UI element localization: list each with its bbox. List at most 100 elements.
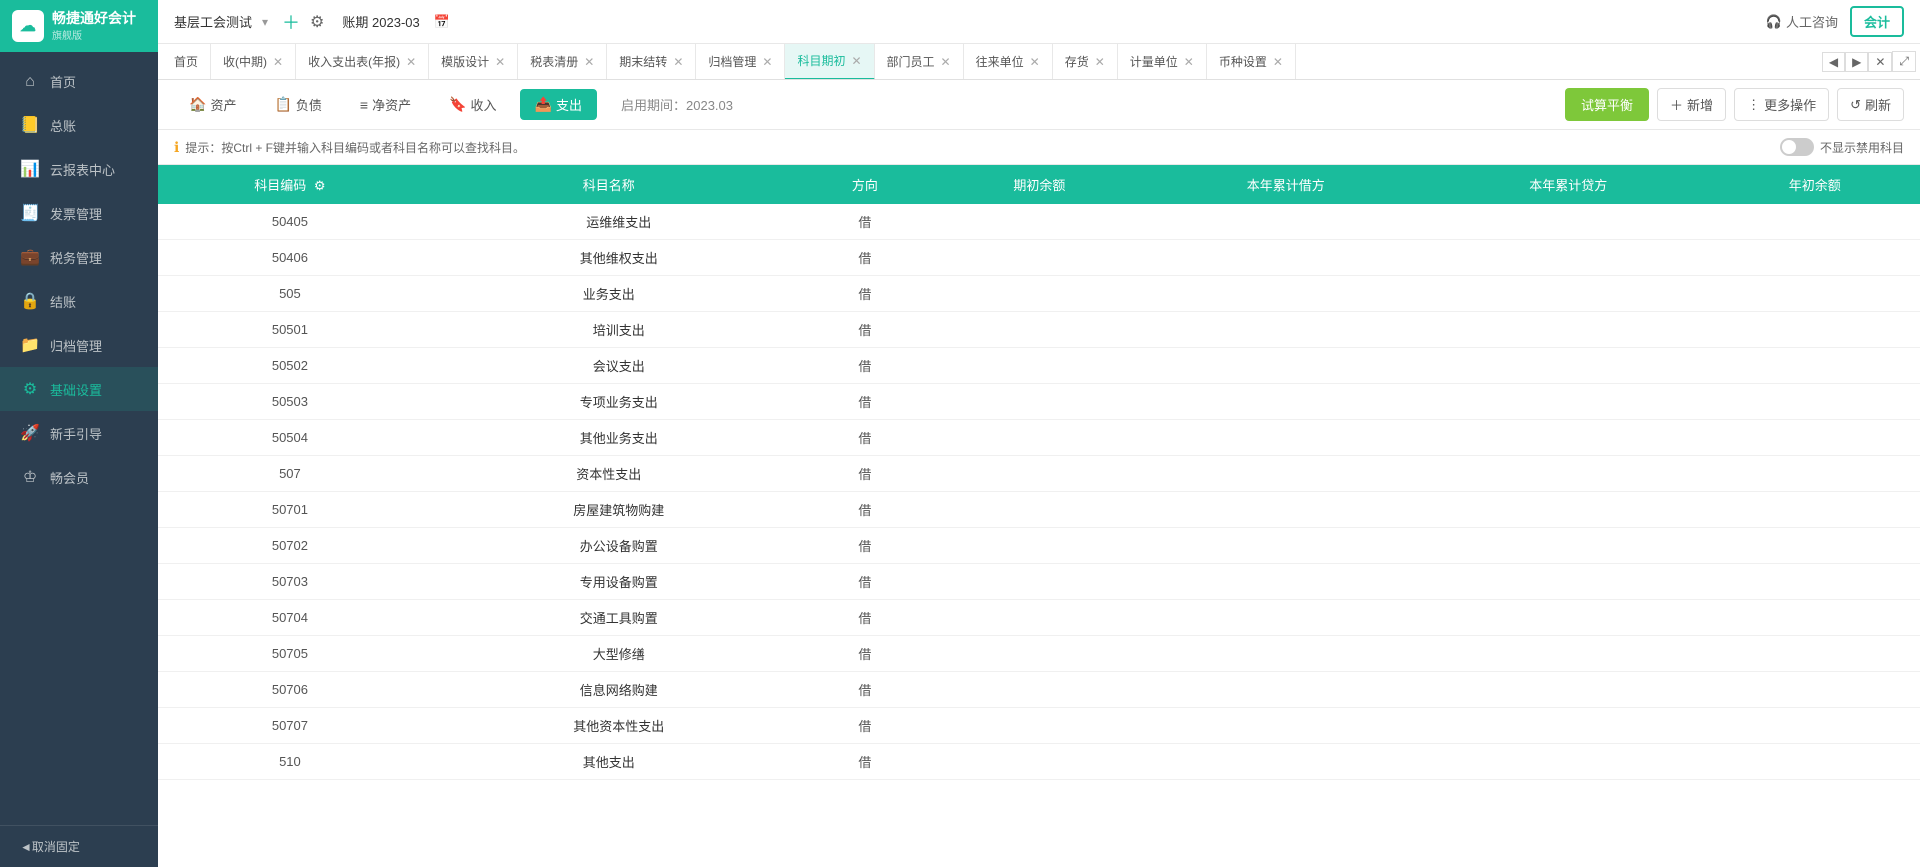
table-row[interactable]: 50705 大型修缮 借 [158, 636, 1920, 672]
table-row[interactable]: 50502 会议支出 借 [158, 348, 1920, 384]
tab-archive_mgr-close[interactable]: ✕ [762, 55, 772, 69]
tab-unit-close[interactable]: ✕ [1184, 55, 1194, 69]
tab-template-close[interactable]: ✕ [495, 55, 505, 69]
table-row[interactable]: 50707 其他资本性支出 借 [158, 708, 1920, 744]
sidebar-item-guide[interactable]: 🚀 新手引导 [0, 411, 158, 455]
subtab-liability[interactable]: 📋 负债 [259, 89, 336, 120]
tabbar-expand-button[interactable]: ⤢ [1892, 51, 1916, 72]
refresh-button[interactable]: ↺ 刷新 [1837, 88, 1904, 121]
tab-period[interactable]: 收(中期) ✕ [211, 44, 296, 80]
table-row[interactable]: 50702 办公设备购置 借 [158, 528, 1920, 564]
tab-subject_init-close[interactable]: ✕ [851, 54, 861, 68]
tax-icon: 💼 [20, 247, 40, 267]
tab-tax_clear-close[interactable]: ✕ [584, 55, 594, 69]
sidebar-item-archive[interactable]: 📁 归档管理 [0, 323, 158, 367]
table-header: 科目编码 ⚙ 科目名称 方向 期初余额 本年累计借方 本年累计贷方 年初余额 [158, 165, 1920, 204]
table-row[interactable]: 505 业务支出 借 [158, 276, 1920, 312]
subtab-net_asset[interactable]: ≡ 净资产 [345, 89, 426, 120]
table-row[interactable]: 507 资本性支出 借 [158, 456, 1920, 492]
cell-name: 其他支出 [422, 744, 796, 780]
sidebar-item-tax[interactable]: 💼 税务管理 [0, 235, 158, 279]
topbar-add-button[interactable]: ＋ [282, 9, 300, 35]
tab-tax_clear[interactable]: 税表清册✕ [518, 44, 607, 80]
cell-opening [934, 708, 1144, 744]
sidebar-item-reports[interactable]: 📊 云报表中心 [0, 147, 158, 191]
subtab-asset[interactable]: 🏠 资产 [174, 89, 251, 120]
content-area: 🏠 资产 📋 负债 ≡ 净资产 🔖 收入 📤 支出 启用期间：2023.03 试… [158, 80, 1920, 867]
topbar-settings-icon[interactable]: ⚙ [310, 12, 324, 32]
tabbar-prev-button[interactable]: ◀ [1822, 52, 1845, 72]
table-row[interactable]: 50406 其他维权支出 借 [158, 240, 1920, 276]
tab-period_end-label: 期末结转 [619, 53, 667, 70]
subtab-income[interactable]: 🔖 收入 [434, 89, 511, 120]
table-row[interactable]: 50706 信息网络购建 借 [158, 672, 1920, 708]
more-action-button[interactable]: ⋮ 更多操作 [1734, 88, 1829, 121]
calc-balance-button[interactable]: 试算平衡 [1565, 88, 1649, 121]
tab-inventory-close[interactable]: ✕ [1095, 55, 1105, 69]
sidebar-item-member[interactable]: ♔ 畅会员 [0, 455, 158, 499]
cell-ytd-credit [1427, 528, 1709, 564]
topbar-dropdown-icon[interactable]: ▾ [262, 15, 268, 29]
sidebar-item-settings[interactable]: ⚙ 基础设置 [0, 367, 158, 411]
cell-name: 业务支出 [422, 276, 796, 312]
table-row[interactable]: 510 其他支出 借 [158, 744, 1920, 780]
tab-dept_staff-close[interactable]: ✕ [941, 55, 951, 69]
tab-unit[interactable]: 计量单位✕ [1118, 44, 1207, 80]
cell-dir: 借 [796, 456, 934, 492]
topbar-service-button[interactable]: 🎧 人工咨询 [1766, 12, 1838, 31]
tab-income_annual[interactable]: 收入支出表(年报)✕ [296, 44, 429, 80]
tab-contact[interactable]: 往来单位✕ [964, 44, 1053, 80]
topbar-service-icon: 🎧 [1766, 14, 1782, 30]
table-row[interactable]: 50704 交通工具购置 借 [158, 600, 1920, 636]
cell-year-begin [1709, 528, 1920, 564]
tab-dept_staff[interactable]: 部门员工✕ [875, 44, 964, 80]
tab-currency-close[interactable]: ✕ [1273, 55, 1283, 69]
subtab-income-label: 收入 [471, 95, 497, 114]
sidebar-footer[interactable]: ◄取消固定 [0, 825, 158, 867]
tab-period_end-close[interactable]: ✕ [673, 55, 683, 69]
invoice-icon: 🧾 [20, 203, 40, 223]
toggle-disabled-switch[interactable] [1780, 138, 1814, 156]
cell-name: 大型修缮 [422, 636, 796, 672]
cell-ytd-debit [1145, 708, 1427, 744]
table-row[interactable]: 50503 专项业务支出 借 [158, 384, 1920, 420]
topbar-calendar-icon[interactable]: 📅 [434, 14, 450, 30]
col-code-label: 科目编码 [254, 178, 306, 193]
cell-name: 培训支出 [422, 312, 796, 348]
tab-template[interactable]: 模版设计✕ [429, 44, 518, 80]
subtab-expense[interactable]: 📤 支出 [520, 89, 597, 120]
tab-archive_mgr[interactable]: 归档管理✕ [696, 44, 785, 80]
col-name: 科目名称 [422, 165, 796, 204]
tab-home[interactable]: 首页 [162, 44, 211, 80]
cell-dir: 借 [796, 384, 934, 420]
cell-ytd-debit [1145, 420, 1427, 456]
tab-currency[interactable]: 币种设置✕ [1207, 44, 1296, 80]
cell-dir: 借 [796, 312, 934, 348]
table-row[interactable]: 50703 专用设备购置 借 [158, 564, 1920, 600]
tabbar-close-all-button[interactable]: ✕ [1868, 52, 1892, 72]
sidebar-footer-label: ◄取消固定 [20, 838, 80, 855]
tab-period-label: 收(中期) [223, 53, 267, 70]
tab-income_annual-close[interactable]: ✕ [406, 55, 416, 69]
refresh-label: 刷新 [1865, 95, 1891, 114]
tabbar-next-button[interactable]: ▶ [1845, 52, 1868, 72]
topbar-user-button[interactable]: 会计 [1850, 6, 1904, 37]
tab-period-close[interactable]: ✕ [273, 55, 283, 69]
sidebar-item-home[interactable]: ⌂ 首页 [0, 60, 158, 103]
sidebar: ☁ 畅捷通好会计 旗舰版 ⌂ 首页 📒 总账 📊 云报表中心 🧾 发票管理 💼 … [0, 0, 158, 867]
col-settings-icon[interactable]: ⚙ [314, 178, 326, 193]
member-label: 畅会员 [50, 468, 89, 487]
tab-period_end[interactable]: 期末结转 ✕ [607, 44, 696, 80]
table-row[interactable]: 50501 培训支出 借 [158, 312, 1920, 348]
table-row[interactable]: 50405 运维维支出 借 [158, 204, 1920, 240]
tab-inventory[interactable]: 存货✕ [1053, 44, 1118, 80]
tab-contact-close[interactable]: ✕ [1030, 55, 1040, 69]
tab-subject_init[interactable]: 科目期初✕ [785, 44, 874, 80]
table-row[interactable]: 50701 房屋建筑物购建 借 [158, 492, 1920, 528]
sidebar-item-close[interactable]: 🔒 结账 [0, 279, 158, 323]
sidebar-item-ledger[interactable]: 📒 总账 [0, 103, 158, 147]
add-subject-button[interactable]: ＋ 新增 [1657, 88, 1726, 121]
cell-name: 会议支出 [422, 348, 796, 384]
table-row[interactable]: 50504 其他业务支出 借 [158, 420, 1920, 456]
sidebar-item-invoice[interactable]: 🧾 发票管理 [0, 191, 158, 235]
